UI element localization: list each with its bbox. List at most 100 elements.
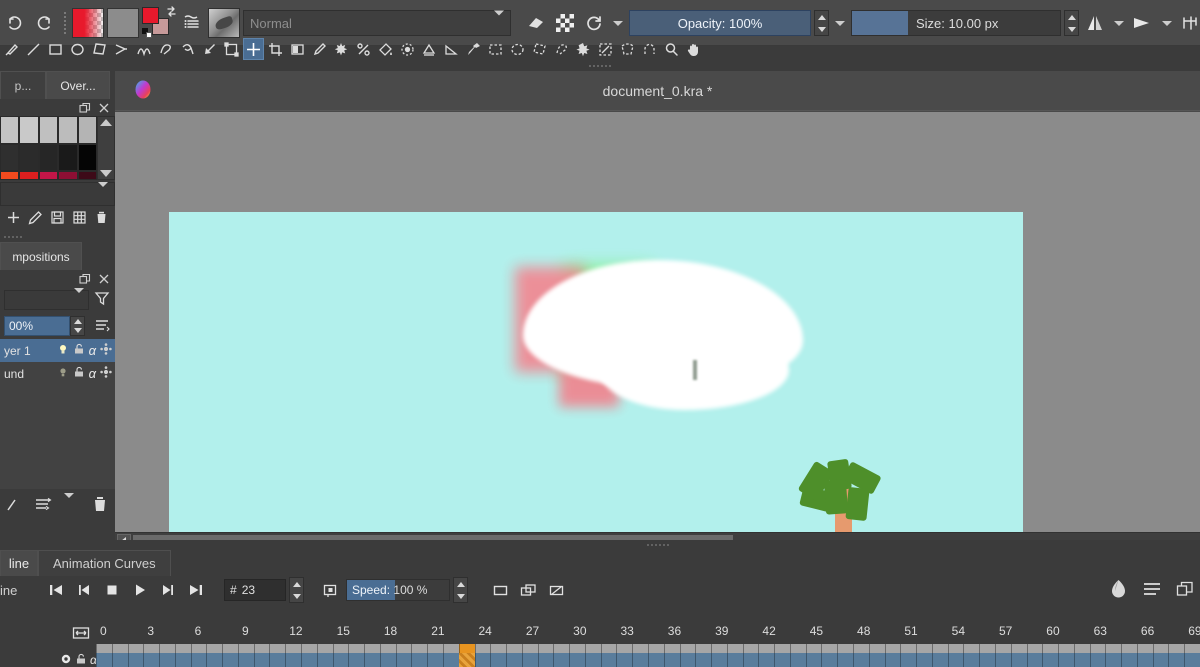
opacity-slider[interactable]: Opacity: 100%: [629, 10, 811, 36]
dynamic-brush-tool[interactable]: [177, 38, 198, 60]
mirror-horizontal-icon[interactable]: [1082, 8, 1108, 38]
add-swatch-icon[interactable]: [6, 210, 21, 228]
palette-scrollbar[interactable]: [97, 116, 115, 180]
lock-icon[interactable]: [73, 366, 85, 381]
move-tool[interactable]: [243, 38, 264, 60]
gradient-swatch-icon[interactable]: [72, 8, 104, 38]
brush-size-spinner[interactable]: [1064, 10, 1079, 36]
reload-preset-icon[interactable]: [581, 8, 607, 38]
wrap-around-mode-icon[interactable]: [1178, 8, 1200, 38]
delete-swatch-icon[interactable]: [94, 210, 109, 228]
previous-frame-button[interactable]: [71, 578, 96, 602]
gradient-edit-tool[interactable]: [419, 38, 440, 60]
tab-animation-curves[interactable]: Animation Curves: [38, 550, 171, 576]
layer-properties-icon[interactable]: [34, 495, 54, 516]
crop-tool[interactable]: [265, 38, 286, 60]
similar-color-selection-tool[interactable]: [595, 38, 616, 60]
brush-size-slider[interactable]: Size: 10.00 px: [851, 10, 1061, 36]
remove-keyframe-button[interactable]: [544, 578, 569, 602]
layer-menu-icon[interactable]: [64, 498, 74, 512]
mirror-horizontal-chevron-icon[interactable]: [1111, 10, 1127, 36]
smart-patch-tool[interactable]: [353, 38, 374, 60]
save-palette-icon[interactable]: [50, 210, 65, 228]
swap-colors-icon[interactable]: [165, 5, 178, 21]
tab-overview[interactable]: Over...: [46, 71, 110, 99]
canvas-timeline-splitter[interactable]: [115, 540, 1200, 550]
layer-properties-icon[interactable]: [93, 316, 111, 337]
timeline-frame-header-strip[interactable]: [96, 644, 1200, 653]
visibility-icon[interactable]: [57, 343, 69, 358]
layer-list-item[interactable]: und α: [0, 362, 115, 385]
pattern-swatch-icon[interactable]: [107, 8, 139, 38]
ellipse-tool[interactable]: [67, 38, 88, 60]
fit-timeline-icon[interactable]: [0, 622, 96, 644]
opacity-options-chevron-icon[interactable]: [832, 10, 848, 36]
mirror-vertical-chevron-icon[interactable]: [1159, 10, 1175, 36]
skip-to-last-frame-button[interactable]: [183, 578, 208, 602]
magnetic-selection-tool[interactable]: [639, 38, 660, 60]
visibility-icon[interactable]: [60, 653, 72, 667]
close-docker-icon[interactable]: [98, 102, 110, 114]
next-frame-button[interactable]: [155, 578, 180, 602]
layer-list[interactable]: yer 1 α und: [0, 339, 115, 489]
blending-mode-combo[interactable]: Normal: [243, 10, 511, 36]
measure-tool[interactable]: [441, 38, 462, 60]
layer-blend-mode-combo[interactable]: [4, 290, 89, 310]
brush-preset-icon[interactable]: [208, 8, 240, 38]
layer-list-item[interactable]: yer 1 α: [0, 339, 115, 362]
palette-swatch-grid[interactable]: [0, 116, 97, 180]
eraser-toggle-icon[interactable]: [523, 8, 549, 38]
layer-opacity-spinner[interactable]: [70, 316, 85, 336]
multibrush-tool[interactable]: [199, 38, 220, 60]
grid-view-icon[interactable]: [72, 210, 87, 228]
visibility-icon[interactable]: [57, 366, 69, 381]
auto-key-frame-icon[interactable]: [318, 578, 343, 602]
mirror-vertical-icon[interactable]: [1130, 8, 1156, 38]
gradient-tool[interactable]: [287, 38, 308, 60]
layer-style-icon[interactable]: [100, 343, 112, 358]
redo-icon[interactable]: [31, 8, 57, 38]
zoom-tool[interactable]: [661, 38, 682, 60]
polyline-tool[interactable]: [111, 38, 132, 60]
float-docker-icon[interactable]: [79, 273, 91, 285]
alpha-icon[interactable]: α: [89, 366, 96, 381]
close-docker-icon[interactable]: [98, 273, 110, 285]
brush-preset-list-icon[interactable]: [179, 8, 205, 38]
transform-tool[interactable]: [221, 38, 242, 60]
line-tool[interactable]: [23, 38, 44, 60]
bezier-curve-tool[interactable]: [133, 38, 154, 60]
brush-options-chevron-icon[interactable]: [610, 10, 626, 36]
polygon-tool[interactable]: [89, 38, 110, 60]
add-layer-icon[interactable]: [6, 495, 24, 516]
pan-tool[interactable]: [683, 38, 704, 60]
playhead-current-frame-cell[interactable]: [459, 653, 475, 667]
lock-icon[interactable]: [73, 343, 85, 358]
freehand-selection-tool[interactable]: [551, 38, 572, 60]
current-frame-spinner[interactable]: [289, 577, 304, 603]
palette-chooser-combo[interactable]: [0, 182, 115, 206]
tab-timeline[interactable]: line: [0, 550, 38, 576]
bezier-selection-tool[interactable]: [617, 38, 638, 60]
lock-icon[interactable]: [75, 653, 87, 667]
enclose-and-fill-tool[interactable]: [397, 38, 418, 60]
docker-splitter-grip[interactable]: [0, 232, 115, 242]
playback-speed-spinner[interactable]: [453, 577, 468, 603]
preserve-alpha-icon[interactable]: [552, 8, 578, 38]
alpha-icon[interactable]: α: [89, 343, 96, 358]
edit-swatch-icon[interactable]: [28, 210, 43, 228]
layer-opacity-field[interactable]: 00%: [4, 316, 85, 336]
add-keyframe-button[interactable]: [488, 578, 513, 602]
timeline-menu-button[interactable]: [1142, 580, 1162, 601]
float-docker-icon[interactable]: [79, 102, 91, 114]
delete-layer-icon[interactable]: [91, 495, 109, 516]
freehand-path-tool[interactable]: [155, 38, 176, 60]
timeline-frame-cells[interactable]: [96, 653, 1200, 667]
rectangle-tool[interactable]: [45, 38, 66, 60]
playback-speed-field[interactable]: Speed: 100 %: [346, 579, 450, 601]
play-pause-button[interactable]: [127, 578, 152, 602]
artboard[interactable]: [169, 212, 1023, 532]
color-sampler-tool[interactable]: [309, 38, 330, 60]
canvas-viewport[interactable]: [115, 112, 1200, 532]
elliptical-selection-tool[interactable]: [507, 38, 528, 60]
foreground-background-color-icon[interactable]: [142, 7, 176, 39]
